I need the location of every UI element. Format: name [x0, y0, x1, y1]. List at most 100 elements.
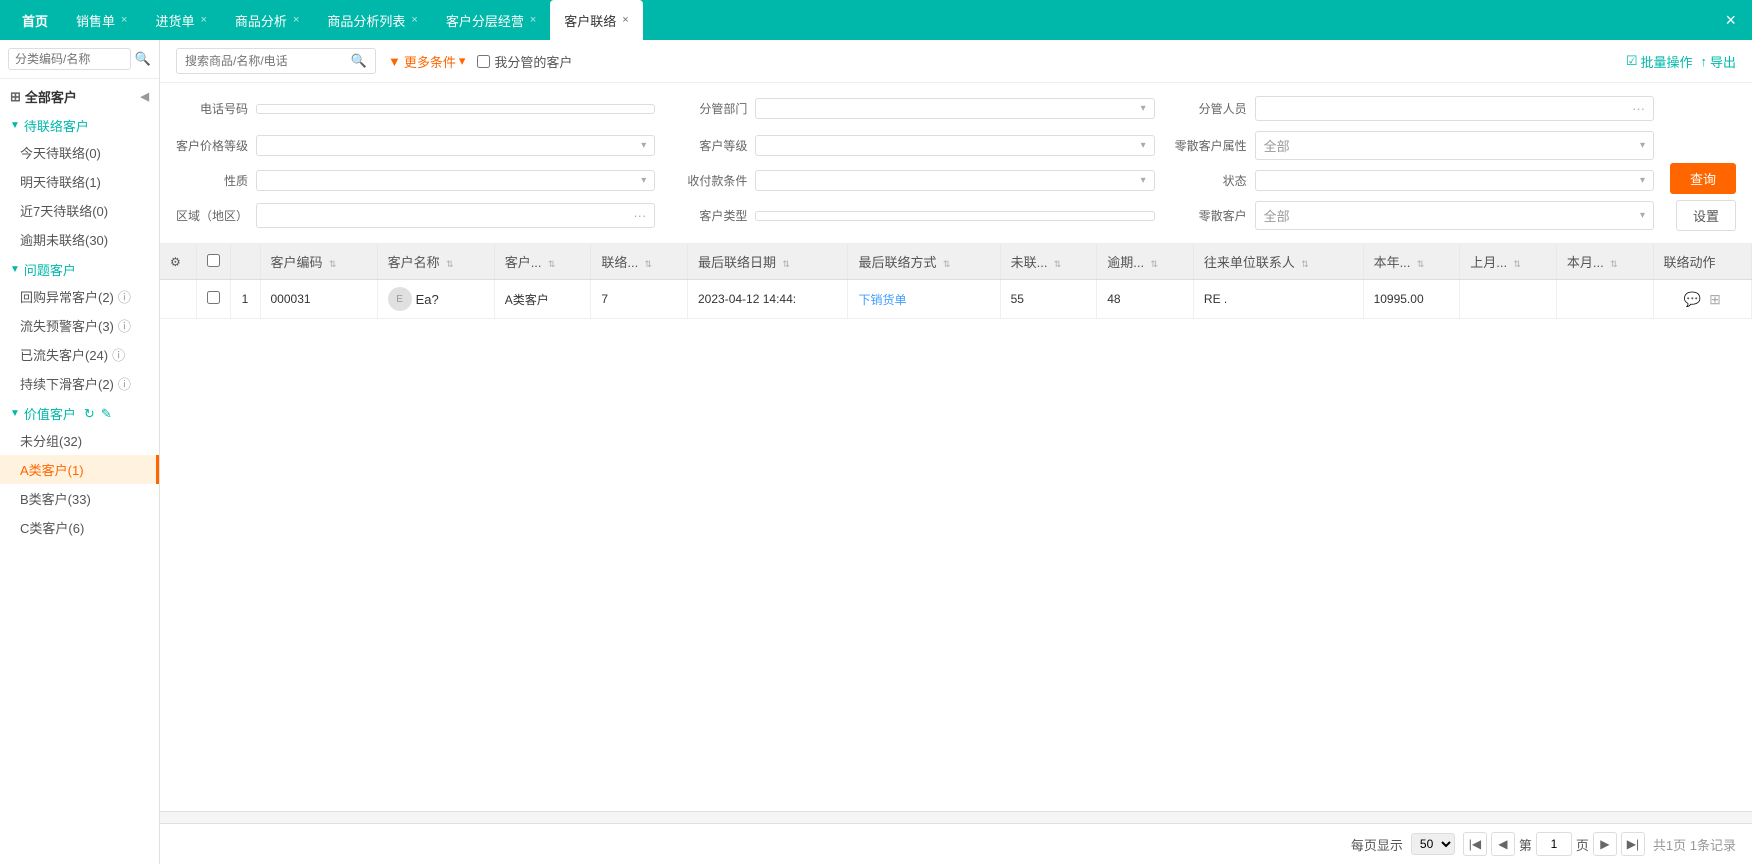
- region-input[interactable]: ···: [256, 203, 655, 228]
- sidebar-item-ungrouped[interactable]: 未分组(32): [0, 426, 159, 455]
- page-input[interactable]: [1536, 832, 1572, 856]
- contact-column-header[interactable]: 联络... ⇅: [591, 244, 688, 280]
- row-last-method[interactable]: 下销货单: [848, 280, 1000, 319]
- nav-tab-product-list[interactable]: 商品分析列表 ×: [313, 0, 431, 40]
- sidebar-group-pending[interactable]: ▼ 待联络客户: [0, 110, 159, 138]
- level-column-header[interactable]: 客户... ⇅: [494, 244, 591, 280]
- horizontal-scrollbar[interactable]: [160, 811, 1752, 823]
- sidebar-group-problem[interactable]: ▼ 问题客户: [0, 254, 159, 282]
- first-page-button[interactable]: |◀: [1463, 832, 1487, 856]
- sidebar-item-churn-warning[interactable]: 流失预警客户(3) ⓘ: [0, 311, 159, 340]
- scatter-attr-label: 零散客户属性: [1175, 137, 1255, 154]
- code-column-header[interactable]: 客户编码 ⇅: [260, 244, 377, 280]
- filter-row-3: 性质 ▾ 收付款条件 ▾: [176, 165, 1654, 196]
- close-icon[interactable]: ×: [200, 14, 206, 26]
- sidebar-item-today[interactable]: 今天待联络(0): [0, 138, 159, 167]
- dept-select[interactable]: ▾: [755, 98, 1154, 119]
- sidebar-item-tomorrow[interactable]: 明天待联络(1): [0, 167, 159, 196]
- contact-person-column-header[interactable]: 往来单位联系人 ⇅: [1193, 244, 1363, 280]
- sidebar-item-declining[interactable]: 持续下滑客户(2) ⓘ: [0, 369, 159, 398]
- row-checkbox-cell[interactable]: [196, 280, 230, 319]
- this-month-column-header[interactable]: 本月... ⇅: [1556, 244, 1653, 280]
- close-icon[interactable]: ×: [530, 14, 536, 26]
- my-customers-filter[interactable]: 我分管的客户: [477, 52, 572, 71]
- share-icon[interactable]: ⊞: [1709, 291, 1721, 308]
- nav-tab-product-analysis[interactable]: 商品分析 ×: [221, 0, 313, 40]
- settings-button[interactable]: 设置: [1676, 200, 1736, 231]
- row-name[interactable]: E Ea?: [377, 280, 494, 319]
- batch-op-button[interactable]: ☑ 批量操作: [1626, 52, 1693, 71]
- close-icon[interactable]: ×: [293, 14, 299, 26]
- row-checkbox[interactable]: [207, 291, 220, 304]
- overdue-column-header[interactable]: 逾期... ⇅: [1097, 244, 1194, 280]
- status-select[interactable]: ▾: [1255, 170, 1654, 191]
- sidebar-search-input[interactable]: [8, 48, 131, 70]
- nature-select[interactable]: ▾: [256, 170, 655, 191]
- num-column-header: [230, 244, 260, 280]
- query-button[interactable]: 查询: [1670, 163, 1736, 194]
- select-all-checkbox[interactable]: [207, 254, 220, 267]
- close-icon[interactable]: ×: [121, 14, 127, 26]
- edit-icon[interactable]: ✎: [101, 406, 112, 422]
- scatter-attr-field: 零散客户属性 全部 ▾: [1175, 131, 1654, 160]
- close-icon[interactable]: ×: [411, 14, 417, 26]
- triangle-icon: ▼: [10, 264, 20, 275]
- customer-level-select[interactable]: ▾: [755, 135, 1154, 156]
- scatter-attr-select[interactable]: 全部 ▾: [1255, 131, 1654, 160]
- row-code[interactable]: 000031: [260, 280, 377, 319]
- filter-actions: ☑ 批量操作 ↑ 导出: [1626, 52, 1736, 71]
- scatter-customer-select[interactable]: 全部 ▾: [1255, 201, 1654, 230]
- per-page-label: 每页显示: [1351, 835, 1403, 854]
- last-date-column-header[interactable]: 最后联络日期 ⇅: [688, 244, 848, 280]
- close-icon[interactable]: ×: [622, 14, 628, 26]
- info-icon: ⓘ: [118, 316, 131, 335]
- sidebar-item-overdue[interactable]: 逾期未联络(30): [0, 225, 159, 254]
- last-page-button[interactable]: ▶|: [1621, 832, 1645, 856]
- uncontacted-column-header[interactable]: 未联... ⇅: [1000, 244, 1097, 280]
- last-method-link[interactable]: 下销货单: [858, 293, 906, 307]
- refresh-icon[interactable]: ↻: [84, 406, 95, 422]
- row-action[interactable]: 💬 ⊞: [1653, 280, 1751, 319]
- payment-select[interactable]: ▾: [755, 170, 1154, 191]
- message-icon[interactable]: 💬: [1684, 291, 1701, 308]
- info-icon: ⓘ: [118, 287, 131, 306]
- sidebar-item-7days[interactable]: 近7天待联络(0): [0, 196, 159, 225]
- price-level-select[interactable]: ▾: [256, 135, 655, 156]
- name-column-header[interactable]: 客户名称 ⇅: [377, 244, 494, 280]
- nav-tab-sales[interactable]: 销售单 ×: [62, 0, 141, 40]
- phone-input[interactable]: [256, 104, 655, 114]
- nav-tab-home[interactable]: 首页: [8, 0, 62, 40]
- all-customers-header[interactable]: ⊞ 全部客户 ◀: [0, 79, 159, 110]
- sidebar-item-churned[interactable]: 已流失客户(24) ⓘ: [0, 340, 159, 369]
- chevron-down-icon: ▾: [1141, 140, 1146, 151]
- more-conditions-button[interactable]: ▼ 更多条件 ▾: [388, 52, 465, 71]
- close-all-button[interactable]: ×: [1717, 10, 1744, 31]
- sidebar-item-abnormal[interactable]: 回购异常客户(2) ⓘ: [0, 282, 159, 311]
- sidebar-group-value[interactable]: ▼ 价值客户 ↻ ✎: [0, 398, 159, 426]
- sidebar-item-a-class[interactable]: A类客户(1): [0, 455, 159, 484]
- sidebar-item-c-class[interactable]: C类客户(6): [0, 513, 159, 542]
- manager-input[interactable]: ···: [1255, 96, 1654, 121]
- next-page-button[interactable]: ▶: [1593, 832, 1617, 856]
- sidebar-item-b-class[interactable]: B类客户(33): [0, 484, 159, 513]
- check-column-header[interactable]: [196, 244, 230, 280]
- my-customers-checkbox[interactable]: [477, 55, 490, 68]
- last-month-column-header[interactable]: 上月... ⇅: [1460, 244, 1557, 280]
- sort-icon: ⇅: [943, 259, 951, 269]
- nav-tab-purchase[interactable]: 进货单 ×: [141, 0, 220, 40]
- page-total-label: 页: [1576, 835, 1589, 854]
- search-input[interactable]: [185, 54, 347, 68]
- collapse-icon[interactable]: ◀: [141, 90, 149, 103]
- nav-tab-customer-tier[interactable]: 客户分层经营 ×: [432, 0, 550, 40]
- gear-column-header[interactable]: ⚙: [160, 244, 196, 280]
- nav-tab-customer-contact[interactable]: 客户联络 ×: [550, 0, 642, 40]
- search-icon: 🔍: [351, 53, 367, 69]
- scroll-thumb: [160, 812, 1060, 823]
- customer-type-input[interactable]: [755, 211, 1154, 221]
- export-button[interactable]: ↑ 导出: [1700, 52, 1736, 71]
- this-year-column-header[interactable]: 本年... ⇅: [1363, 244, 1460, 280]
- prev-page-button[interactable]: ◀: [1491, 832, 1515, 856]
- top-nav: 首页 销售单 × 进货单 × 商品分析 × 商品分析列表 × 客户分层经营 × …: [0, 0, 1752, 40]
- per-page-select[interactable]: 50: [1411, 833, 1455, 855]
- last-method-column-header[interactable]: 最后联络方式 ⇅: [848, 244, 1000, 280]
